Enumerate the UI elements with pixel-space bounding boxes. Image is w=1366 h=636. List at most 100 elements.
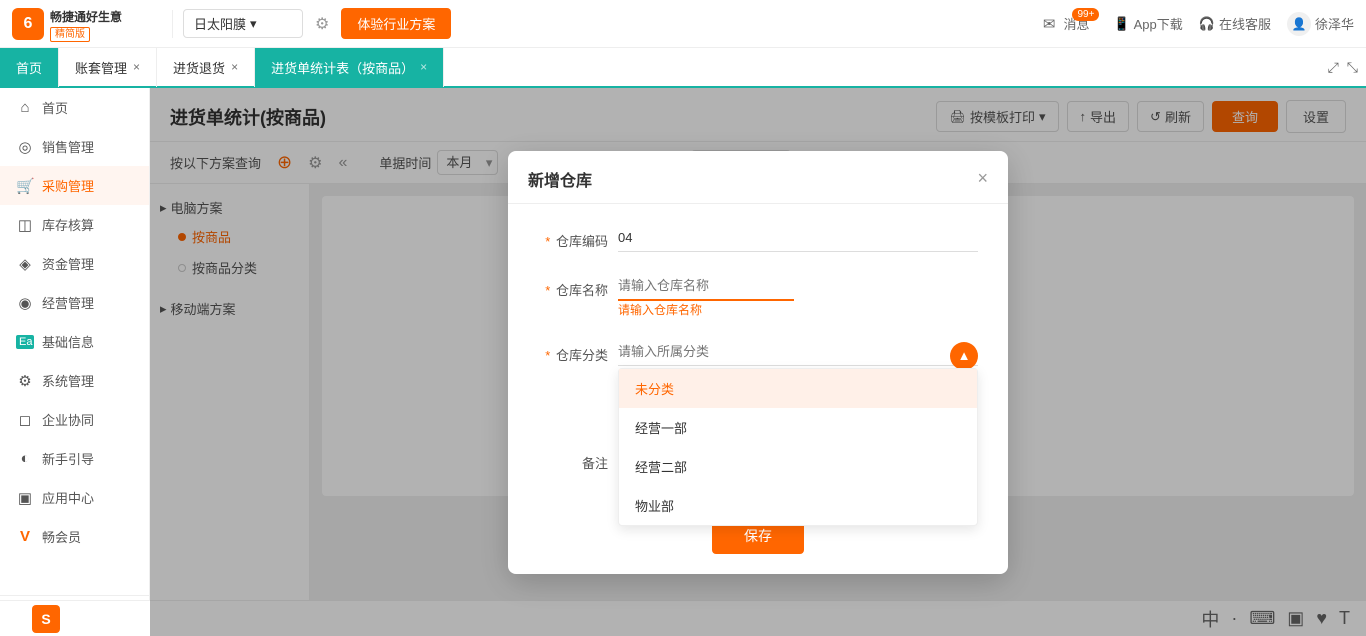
home-tab-label: 首页: [16, 58, 42, 77]
sidebar-label-sales: 销售管理: [42, 137, 94, 156]
app-download-button[interactable]: 📱 App下载: [1113, 14, 1182, 33]
dropdown-item-1[interactable]: 经营一部: [619, 408, 977, 447]
phone-icon: 📱: [1113, 16, 1129, 32]
headset-icon: 🎧: [1199, 16, 1215, 32]
accounts-tab-close[interactable]: ×: [133, 60, 140, 74]
sidebar-item-basic[interactable]: Ea 基础信息: [0, 322, 149, 361]
sidebar-item-home[interactable]: ⌂ 首页: [0, 88, 149, 127]
warehouse-name-input[interactable]: [618, 272, 794, 301]
enterprise-icon: ◻: [16, 411, 34, 429]
appcenter-icon: ▣: [16, 489, 34, 507]
tab-home[interactable]: 首页: [0, 47, 59, 87]
dropdown-item-0[interactable]: 未分类: [619, 369, 977, 408]
content-area: 进货单统计(按商品) 🖨 按模板打印 ▾ ↑ 导出 ↺ 刷新 查询 设置: [150, 88, 1366, 636]
messages-button[interactable]: ✉ 99+ 消息: [1043, 14, 1090, 33]
guide-icon: ◐: [16, 450, 34, 467]
restore-icon[interactable]: ⤢: [1328, 59, 1339, 76]
name-label-text: 仓库名称: [556, 283, 608, 298]
category-input[interactable]: [618, 338, 978, 366]
avatar: 👤: [1287, 12, 1311, 36]
logo-text-block: 畅捷通好生意 精简版: [50, 8, 122, 40]
dropdown-item-3[interactable]: 物业部: [619, 486, 977, 525]
sidebar-item-vip[interactable]: V 畅会员: [0, 517, 149, 556]
category-arrow-icon[interactable]: ▲: [950, 342, 978, 370]
modal-close-button[interactable]: ×: [977, 168, 988, 189]
app-download-label: App下载: [1134, 14, 1183, 33]
modal-body: * 仓库编码 * 仓库名称: [508, 204, 1008, 518]
expand-icon[interactable]: ⤡: [1347, 59, 1358, 76]
header-center: ⚙ 体验行业方案: [303, 8, 1043, 39]
purchase-icon: 🛒: [16, 177, 34, 195]
warehouse-category-row: * 仓库分类 ▲ 未分类 经营一部 经营二部 物业部: [538, 338, 978, 366]
purchase-stats-tab-close[interactable]: ×: [420, 60, 427, 74]
purchase-stats-tab-label: 进货单统计表（按商品）: [271, 58, 414, 77]
purchase-return-tab-close[interactable]: ×: [231, 60, 238, 74]
vip-icon: V: [16, 528, 34, 545]
sidebar-label-inventory: 库存核算: [42, 215, 94, 234]
system-icon: ⚙: [16, 372, 34, 390]
tabs-bar: 首页 账套管理 × 进货退货 × 进货单统计表（按商品） × ⤢ ⤡: [0, 48, 1366, 88]
tab-purchase-return[interactable]: 进货退货 ×: [157, 47, 255, 87]
bottom-left: S: [16, 605, 60, 633]
sidebar-label-guide: 新手引导: [42, 449, 94, 468]
tab-accounts[interactable]: 账套管理 ×: [59, 47, 157, 87]
sidebar-item-enterprise[interactable]: ◻ 企业协同: [0, 400, 149, 439]
modal-title: 新增仓库: [528, 167, 592, 191]
sidebar-item-operation[interactable]: ◉ 经营管理: [0, 283, 149, 322]
message-icon: ✉: [1043, 15, 1056, 33]
category-dropdown: 未分类 经营一部 经营二部 物业部: [618, 368, 978, 526]
inventory-icon: ◫: [16, 216, 34, 234]
accounts-tab-label: 账套管理: [75, 58, 127, 77]
online-service-button[interactable]: 🎧 在线客服: [1199, 14, 1271, 33]
code-label: * 仓库编码: [538, 224, 618, 250]
warehouse-code-input[interactable]: [618, 224, 978, 252]
basic-icon: Ea: [16, 335, 34, 349]
username-label: 徐泽华: [1315, 14, 1354, 33]
brand-icon: S: [32, 605, 60, 633]
required-star-name: *: [545, 283, 550, 298]
trial-button[interactable]: 体验行业方案: [341, 8, 451, 39]
logo-icon: 6: [12, 8, 44, 40]
dropdown-item-2[interactable]: 经营二部: [619, 447, 977, 486]
modal-header: 新增仓库 ×: [508, 151, 1008, 204]
modal-overlay: 新增仓库 × * 仓库编码: [150, 88, 1366, 636]
tab-purchase-stats[interactable]: 进货单统计表（按商品） ×: [255, 47, 444, 87]
user-menu[interactable]: 👤 徐泽华: [1287, 12, 1354, 36]
sidebar-label-home: 首页: [42, 98, 68, 117]
finance-icon: ◈: [16, 255, 34, 273]
required-star: *: [545, 234, 550, 249]
sidebar-item-sales[interactable]: ◎ 销售管理: [0, 127, 149, 166]
gear-icon[interactable]: ⚙: [315, 14, 329, 34]
code-label-text: 仓库编码: [556, 234, 608, 249]
chevron-down-icon: ▾: [250, 16, 257, 32]
notes-label-text: 备注: [582, 456, 608, 471]
add-warehouse-modal: 新增仓库 × * 仓库编码: [508, 151, 1008, 574]
sidebar: ⌂ 首页 ◎ 销售管理 🛒 采购管理 ◫ 库存核算 ◈ 资金管理 ◉ 经营管理 …: [0, 88, 150, 636]
sidebar-label-basic: 基础信息: [42, 332, 94, 351]
required-star-cat: *: [545, 348, 550, 363]
sidebar-item-appcenter[interactable]: ▣ 应用中心: [0, 478, 149, 517]
sidebar-item-finance[interactable]: ◈ 资金管理: [0, 244, 149, 283]
sidebar-item-inventory[interactable]: ◫ 库存核算: [0, 205, 149, 244]
category-label: * 仓库分类: [538, 338, 618, 364]
category-label-text: 仓库分类: [556, 348, 608, 363]
operation-icon: ◉: [16, 294, 34, 312]
online-service-label: 在线客服: [1219, 14, 1271, 33]
sales-icon: ◎: [16, 138, 34, 156]
name-error-message: 请输入仓库名称: [618, 303, 702, 317]
store-selector[interactable]: 日太阳膜 ▾: [183, 9, 303, 38]
sidebar-item-purchase[interactable]: 🛒 采购管理: [0, 166, 149, 205]
home-icon: ⌂: [16, 99, 34, 116]
name-input-row: * 仓库名称: [538, 272, 794, 301]
logo-title: 畅捷通好生意: [50, 8, 122, 25]
logo-badge: 精简版: [50, 25, 122, 40]
sidebar-item-guide[interactable]: ◐ 新手引导: [0, 439, 149, 478]
store-name: 日太阳膜: [194, 14, 246, 33]
logo-letter: 6: [24, 15, 33, 33]
purchase-return-tab-label: 进货退货: [173, 58, 225, 77]
tabs-actions: ⤢ ⤡: [1328, 59, 1366, 76]
notes-label: 备注: [538, 446, 618, 472]
sidebar-item-system[interactable]: ⚙ 系统管理: [0, 361, 149, 400]
name-label: * 仓库名称: [538, 273, 618, 299]
notif-badge: 99+: [1072, 8, 1099, 21]
